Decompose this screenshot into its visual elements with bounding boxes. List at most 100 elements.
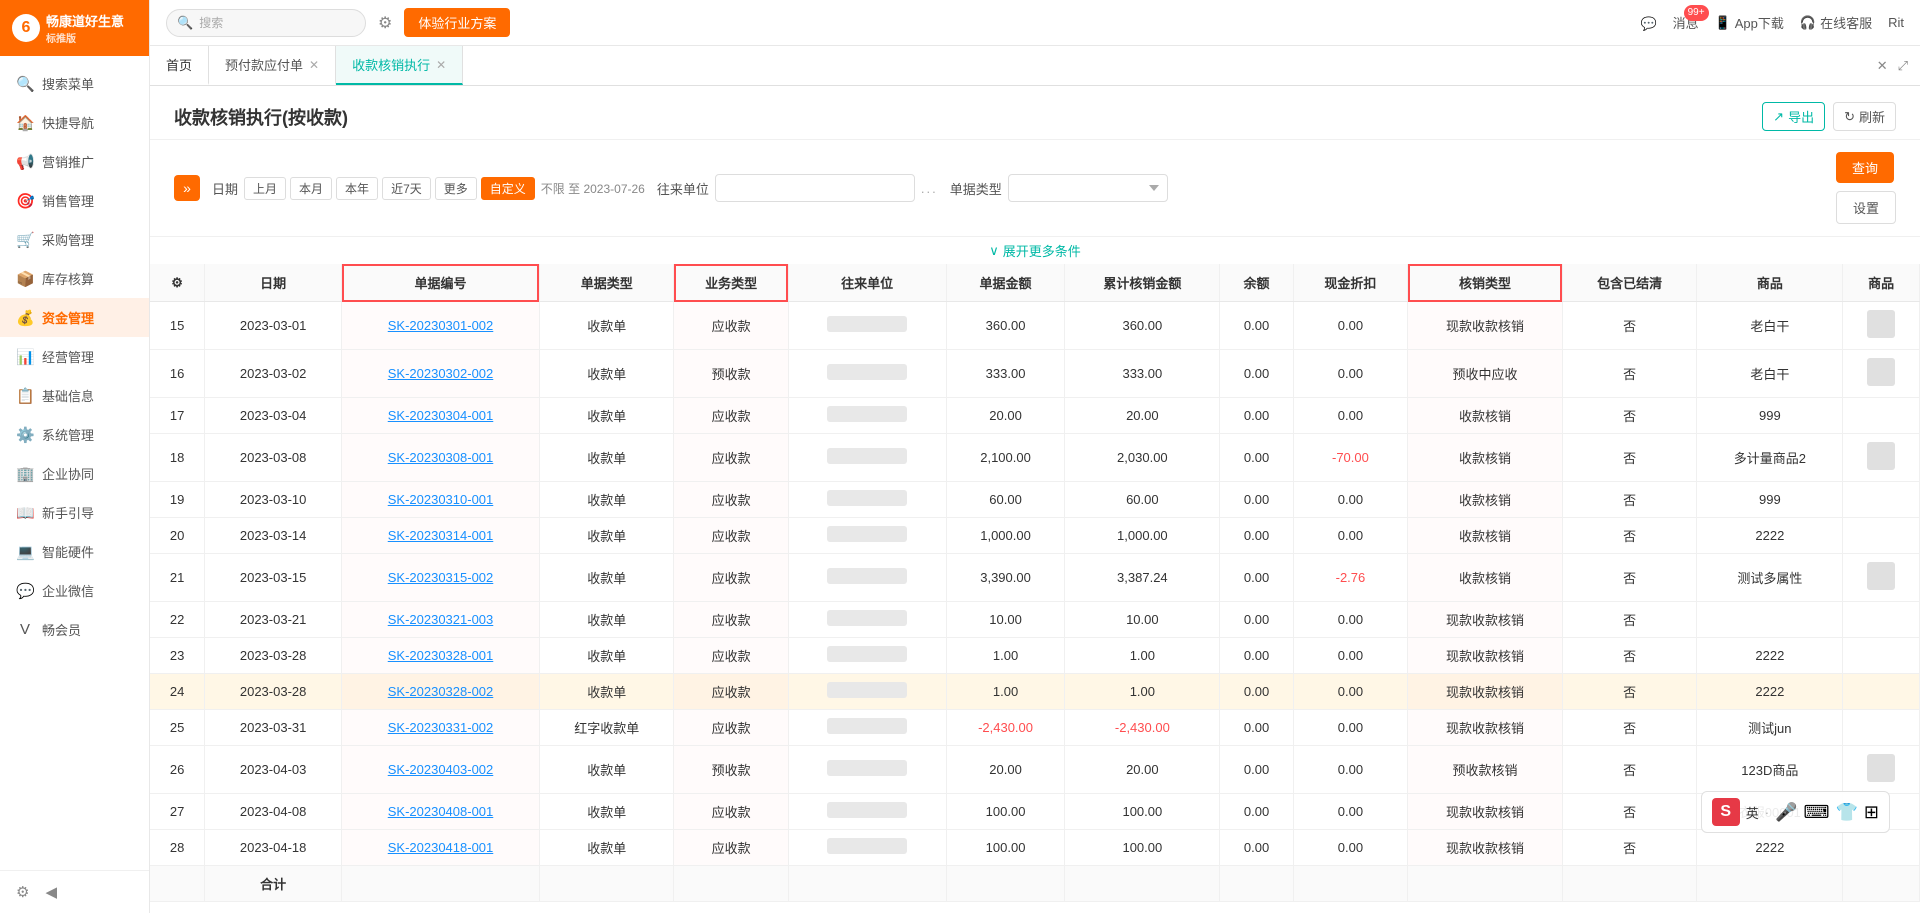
expand-more-conditions[interactable]: ∨ 展开更多条件 <box>150 237 1920 264</box>
sidebar-item-quick-nav[interactable]: 🏠 快捷导航 <box>0 103 149 142</box>
online-service-btn[interactable]: 🎧 在线客服 <box>1800 13 1872 32</box>
cell-verify_type: 收款核销 <box>1408 434 1563 482</box>
sidebar-item-member[interactable]: V 畅会员 <box>0 610 149 649</box>
tab-close-icon[interactable]: ✕ <box>1877 58 1888 74</box>
cell-voucher_no[interactable]: SK-20230321-003 <box>342 602 540 638</box>
sidebar-item-enterprise[interactable]: 🏢 企业协同 <box>0 454 149 493</box>
mic-icon: 🎤 <box>1775 802 1797 823</box>
cell-settled: 否 <box>1562 830 1697 866</box>
sidebar-label-guide: 新手引导 <box>42 503 94 522</box>
date-btn-custom[interactable]: 自定义 <box>481 177 535 200</box>
sidebar-icon-search-menu: 🔍 <box>16 75 34 93</box>
cell-voucher_no[interactable]: SK-20230314-001 <box>342 518 540 554</box>
tab-close-presales[interactable]: ✕ <box>309 58 319 72</box>
cell-product2 <box>1843 674 1920 710</box>
sidebar-item-wechat[interactable]: 💬 企业微信 <box>0 571 149 610</box>
topbar-gear-icon[interactable]: ⚙ <box>378 13 392 33</box>
date-btn-近7天[interactable]: 近7天 <box>382 177 431 200</box>
cell-voucher_no[interactable]: SK-20230301-002 <box>342 302 540 350</box>
sidebar-icon-purchase: 🛒 <box>16 231 34 249</box>
filter-toggle-button[interactable]: » <box>174 175 200 201</box>
sidebar-item-sales[interactable]: 🎯 销售管理 <box>0 181 149 220</box>
cell-voucher_type: 收款单 <box>539 674 674 710</box>
sidebar-item-smart-hw[interactable]: 💻 智能硬件 <box>0 532 149 571</box>
export-button[interactable]: ↗ 导出 <box>1762 102 1825 131</box>
cell-voucher_no[interactable]: SK-20230418-001 <box>342 830 540 866</box>
table-container: ⚙日期单据编号单据类型业务类型往来单位单据金额累计核销金额余额现金折扣核销类型包… <box>150 264 1920 910</box>
query-button[interactable]: 查询 <box>1836 152 1894 183</box>
cell-counterpart <box>788 398 946 434</box>
user-avatar[interactable]: Rit <box>1888 15 1904 30</box>
sidebar-item-operation[interactable]: 📊 经营管理 <box>0 337 149 376</box>
cell-amount: 1.00 <box>946 674 1065 710</box>
col-header-voucher_type: 单据类型 <box>539 264 674 302</box>
message-badge[interactable]: 💬 99+ 消息 <box>1641 13 1699 32</box>
sidebar-icon-finance: 💰 <box>16 309 34 327</box>
cell-date: 2023-03-31 <box>205 710 342 746</box>
cell-voucher_type: 收款单 <box>539 302 674 350</box>
cell-product2 <box>1843 746 1920 794</box>
sidebar-collapse-icon[interactable]: ◀ <box>45 883 57 901</box>
topbar: 🔍 搜索 ⚙ 体验行业方案 💬 99+ 消息 📱 App下载 🎧 在线客服 Ri… <box>150 0 1920 46</box>
sidebar-settings-icon[interactable]: ⚙ <box>16 883 29 901</box>
cell-voucher_type: 收款单 <box>539 746 674 794</box>
date-btn-上月[interactable]: 上月 <box>244 177 286 200</box>
cell-voucher_no[interactable]: SK-20230403-002 <box>342 746 540 794</box>
solution-button[interactable]: 体验行业方案 <box>404 8 510 37</box>
settings-button[interactable]: 设置 <box>1836 191 1896 224</box>
cell-cash_discount: 0.00 <box>1293 794 1407 830</box>
cell-product: 多计量商品2 <box>1697 434 1843 482</box>
sidebar-item-basic-info[interactable]: 📋 基础信息 <box>0 376 149 415</box>
sidebar-icon-quick-nav: 🏠 <box>16 114 34 132</box>
voucher-type-select[interactable] <box>1008 174 1168 202</box>
cell-product2 <box>1843 302 1920 350</box>
tab-home[interactable]: 首页 <box>150 46 209 85</box>
cell-voucher_no[interactable]: SK-20230308-001 <box>342 434 540 482</box>
cell-voucher_no[interactable]: SK-20230328-002 <box>342 674 540 710</box>
date-btn-更多[interactable]: 更多 <box>435 177 477 200</box>
cell-voucher_no[interactable]: SK-20230302-002 <box>342 350 540 398</box>
cell-cumulative: 20.00 <box>1065 398 1220 434</box>
sidebar-label-member: 畅会员 <box>42 620 81 639</box>
tab-label-home: 首页 <box>166 55 192 74</box>
cell-product2 <box>1843 434 1920 482</box>
sidebar-item-purchase[interactable]: 🛒 采购管理 <box>0 220 149 259</box>
cell-product: 老白干 <box>1697 350 1843 398</box>
cell-no: 26 <box>150 746 205 794</box>
cell-voucher_no[interactable]: SK-20230408-001 <box>342 794 540 830</box>
tab-expand-icon[interactable]: ⤢ <box>1898 58 1908 74</box>
date-btn-本月[interactable]: 本月 <box>290 177 332 200</box>
refresh-button[interactable]: ↻ 刷新 <box>1833 102 1896 131</box>
date-btn-本年[interactable]: 本年 <box>336 177 378 200</box>
tab-presales[interactable]: 预付款应付单✕ <box>209 46 336 85</box>
cell-product2 <box>1843 482 1920 518</box>
sidebar-item-inventory[interactable]: 📦 库存核算 <box>0 259 149 298</box>
cell-voucher_no[interactable]: SK-20230310-001 <box>342 482 540 518</box>
app-download-btn[interactable]: 📱 App下载 <box>1715 13 1784 32</box>
counterpart-input[interactable] <box>715 174 915 202</box>
sidebar-item-search-menu[interactable]: 🔍 搜索菜单 <box>0 64 149 103</box>
tab-receipts[interactable]: 收款核销执行✕ <box>336 46 463 85</box>
tab-close-receipts[interactable]: ✕ <box>436 58 446 72</box>
sidebar-item-marketing[interactable]: 📢 营销推广 <box>0 142 149 181</box>
cell-counterpart <box>788 518 946 554</box>
filter-more-dots[interactable]: ... <box>921 181 938 196</box>
cell-cumulative: 100.00 <box>1065 830 1220 866</box>
topbar-search-box[interactable]: 🔍 搜索 <box>166 9 366 37</box>
cell-voucher_no[interactable]: SK-20230331-002 <box>342 710 540 746</box>
cell-voucher_no[interactable]: SK-20230315-002 <box>342 554 540 602</box>
product-thumbnail <box>1867 562 1895 590</box>
footer-cell-10 <box>1408 866 1563 902</box>
cell-voucher_no[interactable]: SK-20230304-001 <box>342 398 540 434</box>
cell-voucher_no[interactable]: SK-20230328-001 <box>342 638 540 674</box>
cell-product: 测试jun <box>1697 710 1843 746</box>
cell-counterpart <box>788 674 946 710</box>
sidebar-item-system[interactable]: ⚙️ 系统管理 <box>0 415 149 454</box>
table-row: 262023-04-03SK-20230403-002收款单预收款20.0020… <box>150 746 1920 794</box>
cell-counterpart <box>788 794 946 830</box>
sidebar-item-guide[interactable]: 📖 新手引导 <box>0 493 149 532</box>
table-row: 182023-03-08SK-20230308-001收款单应收款2,100.0… <box>150 434 1920 482</box>
cell-counterpart <box>788 602 946 638</box>
sidebar-item-finance[interactable]: 💰 资金管理 <box>0 298 149 337</box>
cell-no: 21 <box>150 554 205 602</box>
